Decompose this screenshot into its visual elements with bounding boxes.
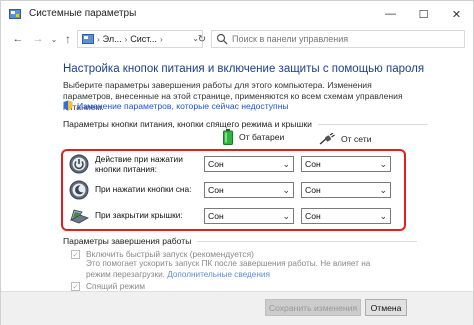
sleep-mode-option[interactable]: ✓ Спящий режим	[71, 281, 145, 291]
buttons-section-header: Параметры кнопки питания, кнопки спящего…	[63, 119, 428, 129]
title-bar: Системные параметры — ☐ ✕	[1, 1, 473, 27]
chevron-down-icon: ⌄	[282, 185, 290, 195]
navigation-bar: ← → ⌄ ↑ › Эл... › Сист... › ⌄ ↻ Поиск в …	[1, 27, 473, 51]
section-header-label: Параметры кнопки питания, кнопки спящего…	[63, 119, 312, 129]
minimize-button[interactable]: —	[374, 1, 407, 27]
maximize-button[interactable]: ☐	[407, 1, 440, 27]
select-value: Сон	[208, 159, 224, 169]
up-button[interactable]: ↑	[61, 31, 75, 47]
page-title: Настройка кнопок питания и включение защ…	[63, 63, 425, 75]
power-plug-icon	[319, 133, 335, 145]
sleep-moon-icon	[69, 180, 89, 200]
window-title: Системные параметры	[29, 8, 137, 19]
shutdown-section-header: Параметры завершения работы	[63, 236, 418, 246]
fast-startup-option[interactable]: ✓ Включить быстрый запуск (рекомендуется…	[71, 249, 254, 259]
sleep-button-row: При нажатии кнопки сна: Сон ⌄ Сон ⌄	[69, 179, 399, 201]
search-input[interactable]: Поиск в панели управления	[211, 30, 465, 48]
fast-startup-description: Это помогает ускорить запуск ПК после за…	[86, 259, 386, 280]
system-settings-window: Системные параметры — ☐ ✕ ← → ⌄ ↑ › Эл..…	[0, 0, 474, 325]
chevron-down-icon: ⌄	[282, 159, 290, 169]
sleep-button-battery-select[interactable]: Сон ⌄	[204, 182, 294, 198]
chevron-down-icon: ⌄	[379, 211, 387, 221]
search-placeholder: Поиск в панели управления	[232, 34, 349, 44]
lid-close-ac-select[interactable]: Сон ⌄	[301, 208, 391, 224]
section-header-label: Параметры завершения работы	[63, 236, 192, 246]
lid-close-battery-select[interactable]: Сон ⌄	[204, 208, 294, 224]
column-header-battery: От батареи	[223, 129, 284, 145]
change-link-label: Изменение параметров, которые сейчас нед…	[77, 100, 289, 111]
search-icon	[216, 33, 228, 45]
close-button[interactable]: ✕	[440, 1, 473, 27]
breadcrumb-item[interactable]: Эл...	[103, 34, 122, 44]
laptop-lid-icon	[70, 209, 89, 224]
power-button-row: Действие при нажатии кнопки питания: Сон…	[69, 153, 399, 175]
more-info-link[interactable]: Дополнительные сведения	[167, 270, 270, 279]
control-panel-icon	[82, 34, 94, 44]
select-value: Сон	[208, 185, 224, 195]
power-button-battery-select[interactable]: Сон ⌄	[204, 156, 294, 172]
address-bar[interactable]: › Эл... › Сист... › ⌄	[77, 30, 203, 48]
fast-startup-checkbox[interactable]: ✓	[71, 250, 80, 259]
cancel-button[interactable]: Отмена	[365, 299, 407, 316]
sleep-button-ac-select[interactable]: Сон ⌄	[301, 182, 391, 198]
breadcrumb-item[interactable]: Сист...	[130, 34, 157, 44]
select-value: Сон	[305, 185, 321, 195]
sleep-mode-label: Спящий режим	[86, 281, 145, 291]
fast-startup-label: Включить быстрый запуск (рекомендуется)	[86, 249, 254, 259]
select-value: Сон	[305, 211, 321, 221]
breadcrumb-separator: ›	[124, 34, 128, 44]
breadcrumb-separator: ›	[97, 34, 100, 44]
change-unavailable-settings-link[interactable]: Изменение параметров, которые сейчас нед…	[63, 100, 289, 111]
chevron-down-icon: ⌄	[379, 159, 387, 169]
refresh-button[interactable]: ↻	[195, 30, 209, 48]
chevron-down-icon: ⌄	[379, 185, 387, 195]
control-panel-icon	[9, 9, 21, 19]
power-button-label: Действие при нажатии кнопки питания:	[95, 154, 183, 174]
lid-close-label: При закрытии крышки:	[95, 210, 183, 220]
select-value: Сон	[305, 159, 321, 169]
sleep-mode-checkbox[interactable]: ✓	[71, 282, 80, 291]
forward-button[interactable]: →	[31, 31, 45, 47]
save-changes-button[interactable]: Сохранить изменения	[265, 299, 361, 316]
select-value: Сон	[208, 211, 224, 221]
breadcrumb-separator: ›	[159, 34, 163, 44]
column-header-ac: От сети	[319, 133, 372, 145]
power-button-ac-select[interactable]: Сон ⌄	[301, 156, 391, 172]
section-divider	[317, 123, 428, 125]
section-divider	[197, 240, 418, 242]
power-icon	[69, 154, 89, 174]
footer-bar: Сохранить изменения Отмена	[1, 291, 473, 325]
recent-locations-button[interactable]: ⌄	[47, 31, 61, 47]
lid-close-row: При закрытии крышки: Сон ⌄ Сон ⌄	[69, 205, 399, 227]
column-label-battery: От батареи	[239, 132, 285, 142]
chevron-down-icon: ⌄	[282, 211, 290, 221]
sleep-button-label: При нажатии кнопки сна:	[95, 184, 192, 194]
column-label-ac: От сети	[341, 134, 372, 144]
back-button[interactable]: ←	[11, 31, 25, 47]
uac-shield-icon	[63, 100, 73, 111]
battery-icon	[223, 129, 233, 145]
